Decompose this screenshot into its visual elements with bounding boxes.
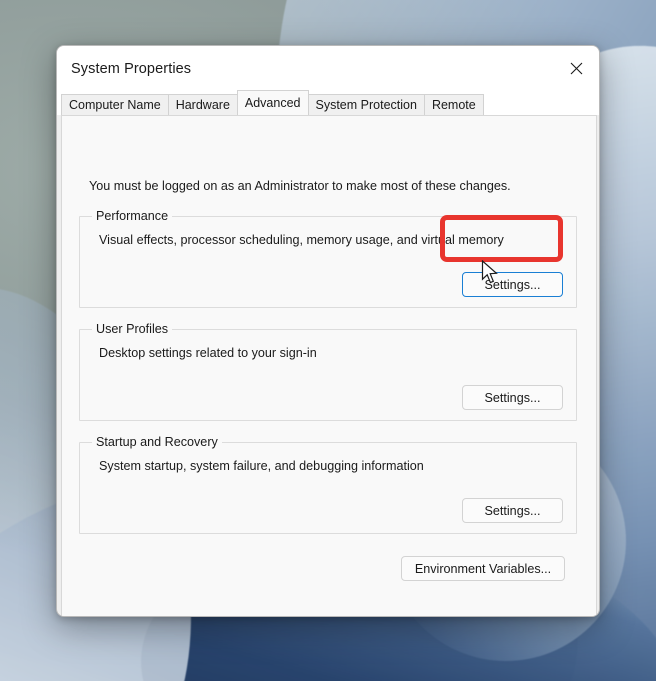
- startup-recovery-group: Startup and Recovery System startup, sys…: [79, 435, 577, 534]
- tab-computer-name[interactable]: Computer Name: [61, 94, 169, 115]
- administrator-note: You must be logged on as an Administrato…: [89, 179, 511, 193]
- tab-hardware[interactable]: Hardware: [167, 94, 238, 115]
- user-profiles-group-description: Desktop settings related to your sign-in: [99, 346, 317, 360]
- startup-recovery-group-description: System startup, system failure, and debu…: [99, 459, 424, 473]
- dialog-title: System Properties: [71, 60, 192, 77]
- close-button[interactable]: [554, 46, 599, 91]
- user-profiles-group-title: User Profiles: [92, 322, 173, 336]
- tab-strip: Computer Name Hardware Advanced System P…: [57, 90, 599, 115]
- close-icon: [570, 62, 583, 75]
- system-properties-dialog: System Properties Computer Name Hardware…: [56, 45, 600, 617]
- user-profiles-group: User Profiles Desktop settings related t…: [79, 322, 577, 421]
- dialog-titlebar[interactable]: System Properties: [57, 46, 599, 91]
- startup-recovery-group-title: Startup and Recovery: [92, 435, 222, 449]
- performance-settings-button[interactable]: Settings...: [462, 272, 563, 297]
- performance-group-title: Performance: [92, 209, 173, 223]
- performance-group: Performance Visual effects, processor sc…: [79, 209, 577, 308]
- advanced-tab-panel: You must be logged on as an Administrato…: [61, 115, 597, 616]
- tab-advanced[interactable]: Advanced: [236, 90, 309, 115]
- user-profiles-settings-button[interactable]: Settings...: [462, 385, 563, 410]
- performance-group-description: Visual effects, processor scheduling, me…: [99, 233, 504, 247]
- tab-system-protection[interactable]: System Protection: [307, 94, 425, 115]
- environment-variables-button[interactable]: Environment Variables...: [401, 556, 565, 581]
- startup-recovery-settings-button[interactable]: Settings...: [462, 498, 563, 523]
- tab-remote[interactable]: Remote: [423, 94, 484, 115]
